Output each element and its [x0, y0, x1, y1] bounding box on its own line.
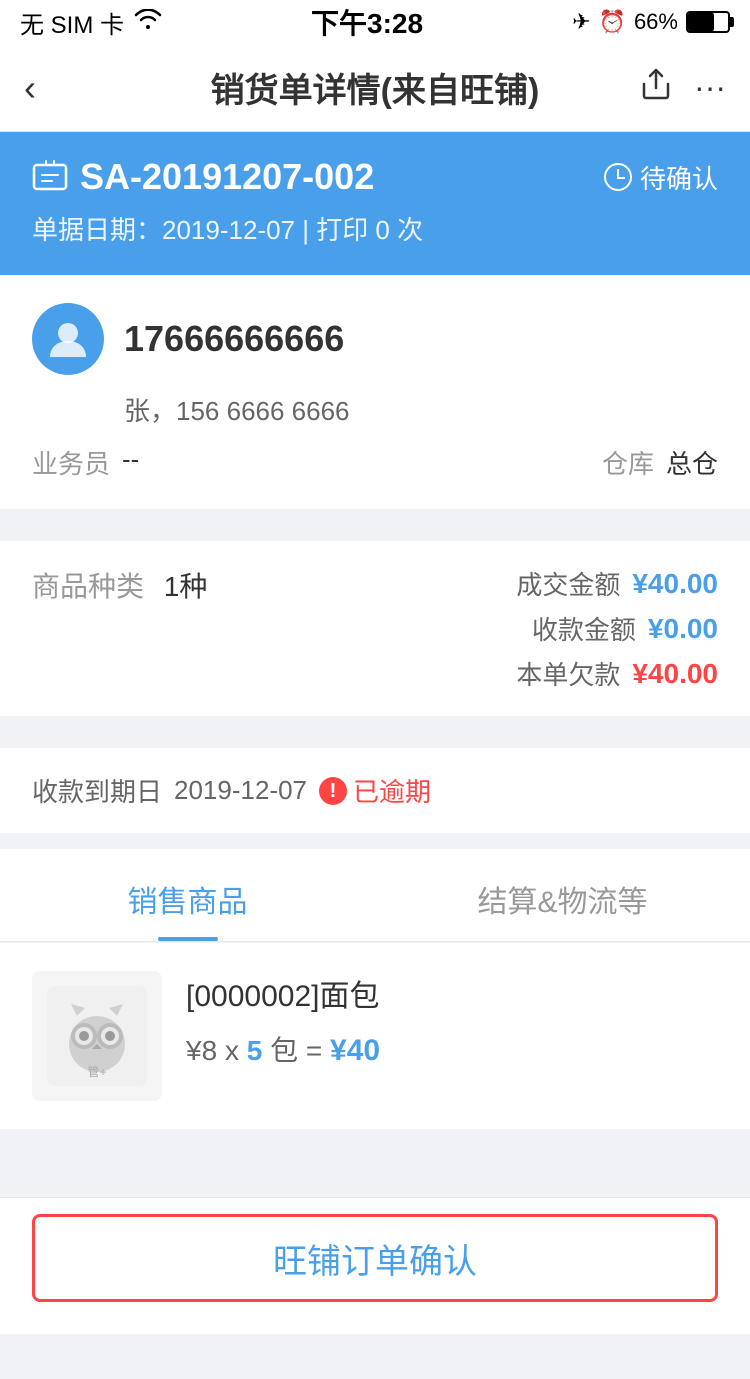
battery-text: 66%: [634, 9, 678, 35]
price-base: ¥8: [186, 1035, 217, 1066]
wifi-icon: [134, 8, 162, 36]
status-right: ✈ ⏰ 66%: [572, 9, 730, 35]
alarm-icon: ⏰: [599, 9, 626, 35]
product-types-value: 1种: [164, 571, 208, 602]
back-button[interactable]: ‹: [14, 57, 46, 119]
order-date: 单据日期：2019-12-07 | 打印 0 次: [32, 210, 718, 247]
share-button[interactable]: [638, 66, 674, 110]
warning-icon: !: [319, 777, 347, 805]
status-bar: 无 SIM 卡 下午3:28 ✈ ⏰ 66%: [0, 0, 750, 44]
order-status: 待确认: [604, 159, 718, 196]
clock-icon: [604, 163, 632, 191]
page-title: 销货单详情(来自旺铺): [211, 63, 540, 112]
overdue-badge: ! 已逾期: [319, 772, 431, 809]
separator-3: [0, 833, 750, 849]
tab-settlement-logistics[interactable]: 结算&物流等: [375, 849, 750, 941]
separator-2: [0, 732, 750, 748]
separator-1: [0, 525, 750, 541]
product-types-label: 商品种类: [32, 571, 144, 602]
due-date-label: 收款到期日: [32, 772, 162, 809]
due-section: 收款到期日 2019-12-07 ! 已逾期: [0, 748, 750, 833]
transaction-amount: ¥40.00: [632, 568, 718, 600]
nav-bar: ‹ 销货单详情(来自旺铺) ···: [0, 44, 750, 132]
product-section: 管+ [0000002]面包 ¥8 x 5 包 = ¥40: [0, 943, 750, 1129]
carrier-text: 无 SIM 卡: [20, 5, 124, 40]
svg-text:管+: 管+: [87, 1064, 106, 1079]
avatar: [32, 303, 104, 375]
battery-icon: [686, 11, 730, 33]
status-time: 下午3:28: [311, 2, 423, 42]
tabs-bar: 销售商品 结算&物流等: [0, 849, 750, 942]
product-price-formula: ¥8 x 5 包 = ¥40: [186, 1029, 718, 1069]
bottom-bar: 旺铺订单确认: [0, 1197, 750, 1334]
received-amount: ¥0.00: [648, 613, 718, 645]
salesperson-label: 业务员: [32, 444, 110, 481]
product-image: 管+: [32, 971, 162, 1101]
price-quantity: 5: [247, 1035, 263, 1066]
confirm-order-button[interactable]: 旺铺订单确认: [32, 1214, 718, 1302]
warehouse-value: 总仓: [666, 444, 718, 481]
tab-sales-products[interactable]: 销售商品: [0, 849, 375, 941]
nav-actions: ···: [638, 66, 726, 110]
product-item: 管+ [0000002]面包 ¥8 x 5 包 = ¥40: [0, 943, 750, 1129]
product-name: [0000002]面包: [186, 971, 718, 1015]
price-total: ¥40: [330, 1034, 380, 1067]
owed-amount: ¥40.00: [632, 658, 718, 690]
warehouse-label: 仓库: [602, 444, 654, 481]
customer-meta: 业务员 -- 仓库 总仓: [32, 444, 718, 481]
due-date-value: 2019-12-07: [174, 775, 307, 806]
more-button[interactable]: ···: [694, 69, 726, 106]
summary-right: 成交金额 ¥40.00 收款金额 ¥0.00 本单欠款 ¥40.00: [516, 565, 718, 692]
status-left: 无 SIM 卡: [20, 5, 162, 40]
order-id: SA-20191207-002: [32, 156, 374, 198]
summary-left: 商品种类 1种: [32, 565, 207, 605]
order-header-card: SA-20191207-002 待确认 单据日期：2019-12-07 | 打印…: [0, 132, 750, 275]
customer-name: 张，156 6666 6666: [124, 391, 350, 428]
product-info: [0000002]面包 ¥8 x 5 包 = ¥40: [186, 971, 718, 1069]
overdue-text: 已逾期: [353, 772, 431, 809]
summary-section: 商品种类 1种 成交金额 ¥40.00 收款金额 ¥0.00 本单欠款 ¥40.…: [0, 541, 750, 716]
received-label: 收款金额: [532, 610, 636, 647]
transaction-label: 成交金额: [516, 565, 620, 602]
owed-label: 本单欠款: [516, 655, 620, 692]
customer-phone: 17666666666: [124, 318, 344, 360]
customer-section: 17666666666 张，156 6666 6666 业务员 -- 仓库 总仓: [0, 275, 750, 509]
location-icon: ✈: [572, 9, 590, 35]
salesperson-value: --: [122, 444, 139, 481]
customer-name-row: 张，156 6666 6666: [32, 391, 718, 428]
